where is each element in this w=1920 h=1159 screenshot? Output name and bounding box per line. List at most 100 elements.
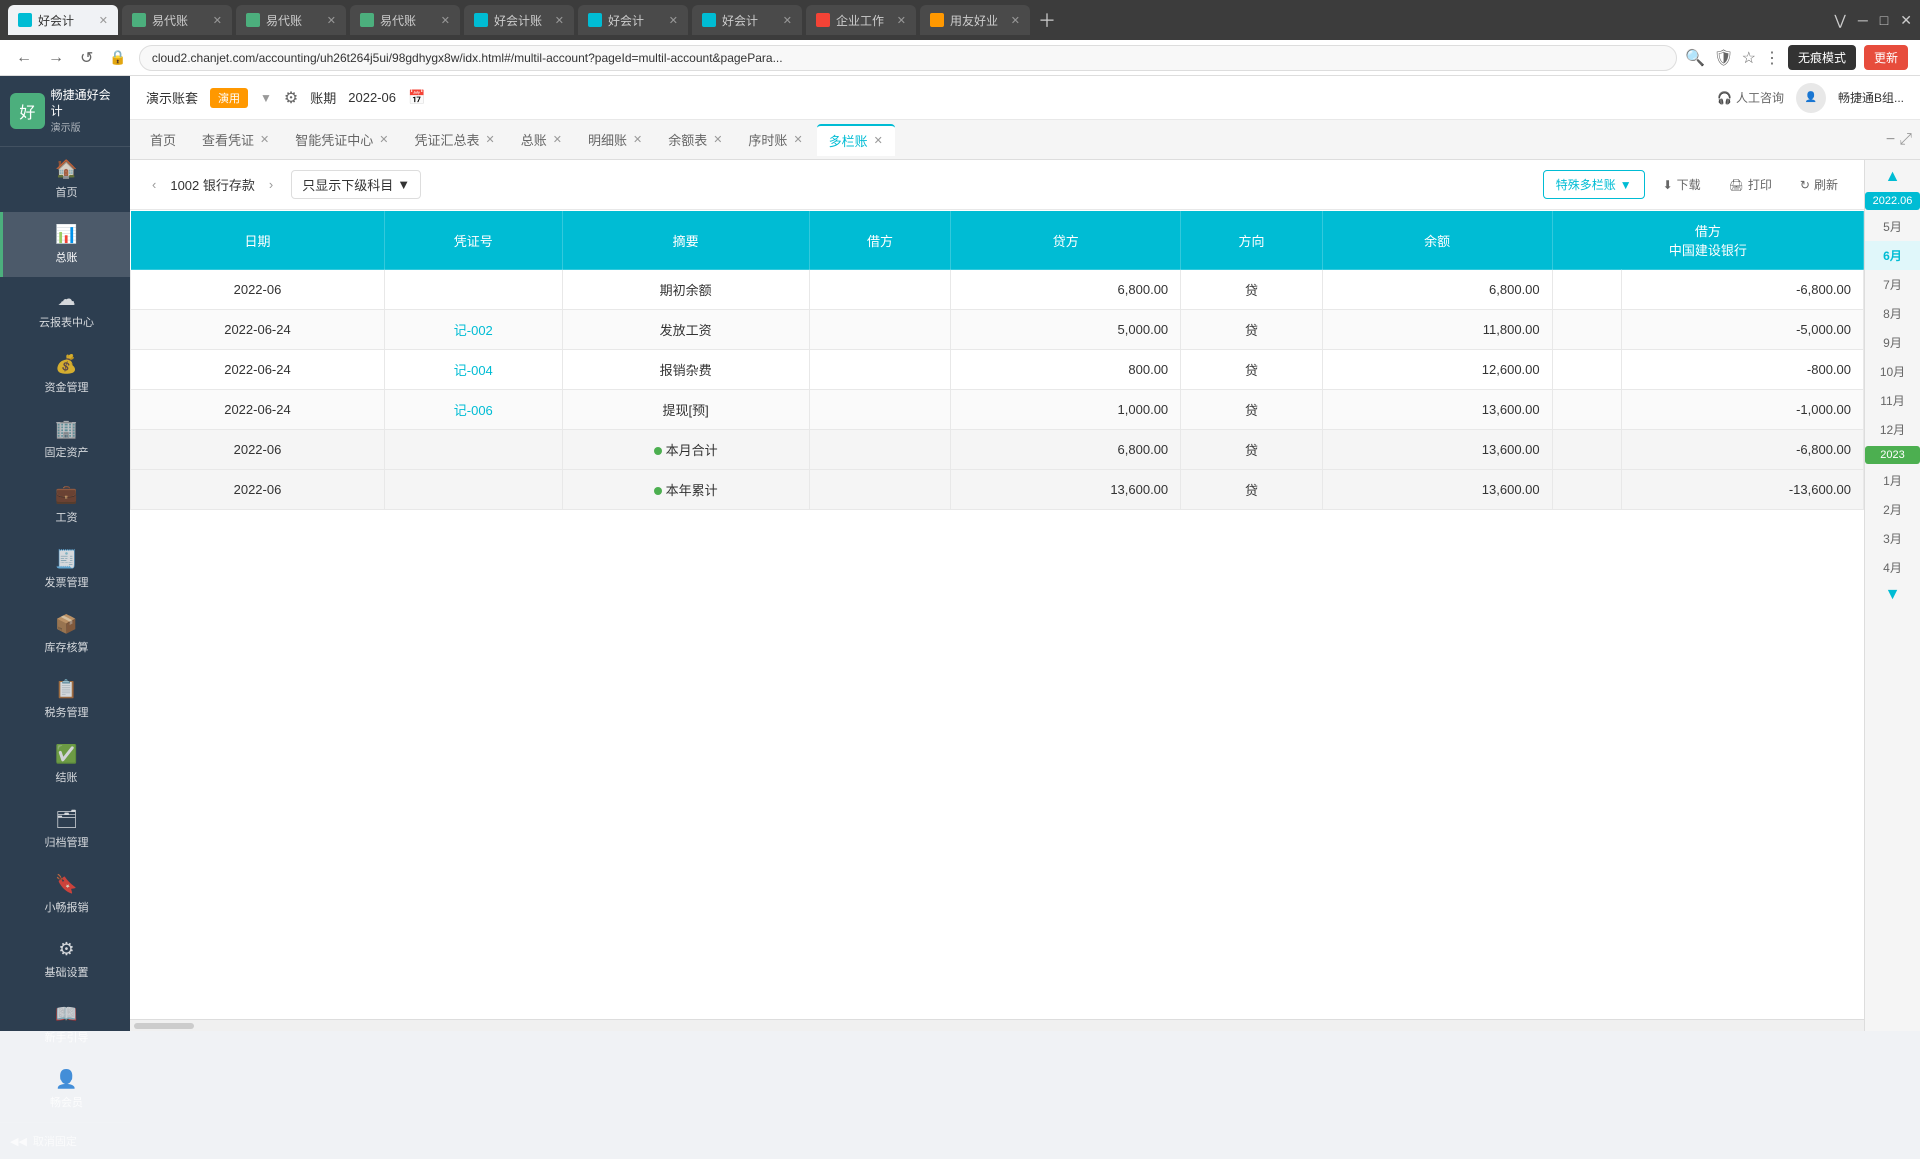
- close-icon[interactable]: ✕: [1900, 12, 1912, 29]
- calendar-month-9[interactable]: 9月: [1865, 328, 1920, 357]
- expand-icon[interactable]: ⤢: [1899, 131, 1912, 149]
- demo-badge[interactable]: 演用: [210, 88, 248, 108]
- tab-journal-close[interactable]: ✕: [793, 133, 802, 146]
- update-button[interactable]: 更新: [1864, 45, 1908, 70]
- calendar-month-2023-4[interactable]: 4月: [1865, 553, 1920, 582]
- sidebar-item-inventory[interactable]: 📦 库存核算: [0, 602, 130, 667]
- horizontal-scrollbar[interactable]: [130, 1019, 1864, 1031]
- sidebar-item-guide[interactable]: 📖 新手引导: [0, 992, 130, 1057]
- download-button[interactable]: ⬇ 下载: [1653, 170, 1711, 199]
- browser-tab-2[interactable]: 易代账 ✕: [236, 5, 346, 35]
- sidebar-item-assets[interactable]: 🏢 固定资产: [0, 407, 130, 472]
- account-next-button[interactable]: ›: [263, 175, 279, 194]
- calendar-month-6[interactable]: 6月: [1865, 241, 1920, 270]
- refresh-button[interactable]: ↺: [76, 44, 97, 72]
- browser-tab-5[interactable]: 好会计 ✕: [578, 5, 688, 35]
- tab-home[interactable]: 首页: [138, 124, 188, 156]
- minimize-icon[interactable]: ─: [1858, 12, 1868, 28]
- tab-close-btn[interactable]: ✕: [555, 14, 564, 27]
- chevron-down-icon[interactable]: ▼: [260, 91, 272, 105]
- browser-tab-7[interactable]: 企业工作 ✕: [806, 5, 916, 35]
- tab-close-btn[interactable]: ✕: [669, 14, 678, 27]
- sidebar-item-invoice[interactable]: 🧾 发票管理: [0, 537, 130, 602]
- maximize-icon[interactable]: □: [1880, 12, 1888, 28]
- calendar-month-12[interactable]: 12月: [1865, 415, 1920, 444]
- calendar-year-2022[interactable]: 2022.06: [1865, 192, 1920, 210]
- tab-general-ledger[interactable]: 总账 ✕: [509, 124, 574, 156]
- forward-button[interactable]: →: [44, 45, 68, 71]
- calendar-month-2023-1[interactable]: 1月: [1865, 466, 1920, 495]
- browser-tab-1[interactable]: 易代账 ✕: [122, 5, 232, 35]
- tab-voucher-summary-close[interactable]: ✕: [486, 133, 495, 146]
- special-multi-column-button[interactable]: 特殊多栏账 ▼: [1543, 170, 1645, 199]
- calendar-month-8[interactable]: 8月: [1865, 299, 1920, 328]
- tab-detail-ledger[interactable]: 明细账 ✕: [576, 124, 654, 156]
- calendar-month-2023-2[interactable]: 2月: [1865, 495, 1920, 524]
- calendar-month-5[interactable]: 5月: [1865, 212, 1920, 241]
- voucher-link[interactable]: 记-004: [454, 363, 493, 378]
- tab-multi-column-close[interactable]: ✕: [874, 134, 883, 147]
- tab-smart-voucher[interactable]: 智能凭证中心 ✕: [283, 124, 400, 156]
- tab-general-ledger-close[interactable]: ✕: [553, 133, 562, 146]
- sidebar-item-salary[interactable]: 💼 工资: [0, 472, 130, 537]
- sidebar-item-report[interactable]: ☁ 云报表中心: [0, 277, 130, 342]
- sidebar-item-ledger[interactable]: 📊 总账: [0, 212, 130, 277]
- sidebar-item-archive[interactable]: 🗂 归档管理: [0, 797, 130, 862]
- calendar-month-10[interactable]: 10月: [1865, 357, 1920, 386]
- tab-voucher-view[interactable]: 查看凭证 ✕: [190, 124, 281, 156]
- tab-list-icon[interactable]: ⋁: [1834, 12, 1845, 29]
- incognito-button[interactable]: 无痕模式: [1788, 45, 1856, 70]
- consult-button[interactable]: 🎧 人工咨询: [1717, 89, 1784, 106]
- shield-icon[interactable]: 🛡: [1713, 48, 1733, 68]
- refresh-button[interactable]: ↻ 刷新: [1790, 170, 1848, 199]
- account-settings-icon[interactable]: ⚙: [284, 88, 298, 108]
- calendar-month-11[interactable]: 11月: [1865, 386, 1920, 415]
- tab-close-btn[interactable]: ✕: [213, 14, 222, 27]
- tab-detail-ledger-close[interactable]: ✕: [633, 133, 642, 146]
- sidebar-item-settings[interactable]: ⚙ 基础设置: [0, 927, 130, 992]
- tab-close-btn[interactable]: ✕: [1011, 14, 1020, 27]
- sidebar-item-member[interactable]: 👤 畅会员: [0, 1057, 130, 1122]
- voucher-link[interactable]: 记-006: [454, 403, 493, 418]
- tab-voucher-summary[interactable]: 凭证汇总表 ✕: [402, 124, 506, 156]
- sidebar-item-tax[interactable]: 📋 税务管理: [0, 667, 130, 732]
- tab-balance[interactable]: 余额表 ✕: [656, 124, 734, 156]
- new-tab-button[interactable]: ＋: [1038, 7, 1056, 33]
- browser-tab-6[interactable]: 好会计 ✕: [692, 5, 802, 35]
- user-avatar[interactable]: 👤: [1796, 83, 1826, 113]
- calendar-icon[interactable]: 📅: [408, 89, 425, 106]
- collapse-icon[interactable]: −: [1886, 131, 1895, 149]
- sidebar-item-home[interactable]: 🏠 首页: [0, 147, 130, 212]
- pin-button[interactable]: ◀◀ 取消固定: [0, 1122, 130, 1159]
- browser-tab-4[interactable]: 好会计账 ✕: [464, 5, 574, 35]
- tab-multi-column[interactable]: 多栏账 ✕: [817, 124, 895, 156]
- tab-close-btn[interactable]: ✕: [783, 14, 792, 27]
- address-input[interactable]: [139, 45, 1678, 71]
- tab-smart-voucher-close[interactable]: ✕: [379, 133, 388, 146]
- sidebar-item-expense[interactable]: 🔖 小畅报销: [0, 862, 130, 927]
- sidebar-item-fund[interactable]: 💰 资金管理: [0, 342, 130, 407]
- browser-tab-3[interactable]: 易代账 ✕: [350, 5, 460, 35]
- tab-close-btn[interactable]: ✕: [441, 14, 450, 27]
- tab-journal[interactable]: 序时账 ✕: [736, 124, 814, 156]
- account-prev-button[interactable]: ‹: [146, 175, 162, 194]
- tab-close-btn[interactable]: ✕: [897, 14, 906, 27]
- calendar-month-2023-3[interactable]: 3月: [1865, 524, 1920, 553]
- search-icon[interactable]: 🔍: [1685, 48, 1705, 68]
- tab-close-btn[interactable]: ✕: [327, 14, 336, 27]
- scrollbar-thumb[interactable]: [134, 1023, 194, 1029]
- calendar-scroll-down[interactable]: ▼: [1881, 582, 1905, 608]
- print-button[interactable]: 🖨 打印: [1719, 170, 1782, 199]
- tab-voucher-view-close[interactable]: ✕: [260, 133, 269, 146]
- browser-tab-8[interactable]: 用友好业 ✕: [920, 5, 1030, 35]
- tab-balance-close[interactable]: ✕: [713, 133, 722, 146]
- calendar-scroll-up[interactable]: ▲: [1881, 164, 1905, 190]
- filter-dropdown[interactable]: 只显示下级科目 ▼: [291, 170, 421, 199]
- browser-tab-active[interactable]: 好会计 ✕: [8, 5, 118, 35]
- back-button[interactable]: ←: [12, 45, 36, 71]
- browser-menu-icon[interactable]: ⋮: [1764, 48, 1780, 68]
- voucher-link[interactable]: 记-002: [454, 323, 493, 338]
- star-icon[interactable]: ☆: [1742, 48, 1756, 68]
- sidebar-item-close[interactable]: ✅ 结账: [0, 732, 130, 797]
- calendar-year-2023[interactable]: 2023: [1865, 446, 1920, 464]
